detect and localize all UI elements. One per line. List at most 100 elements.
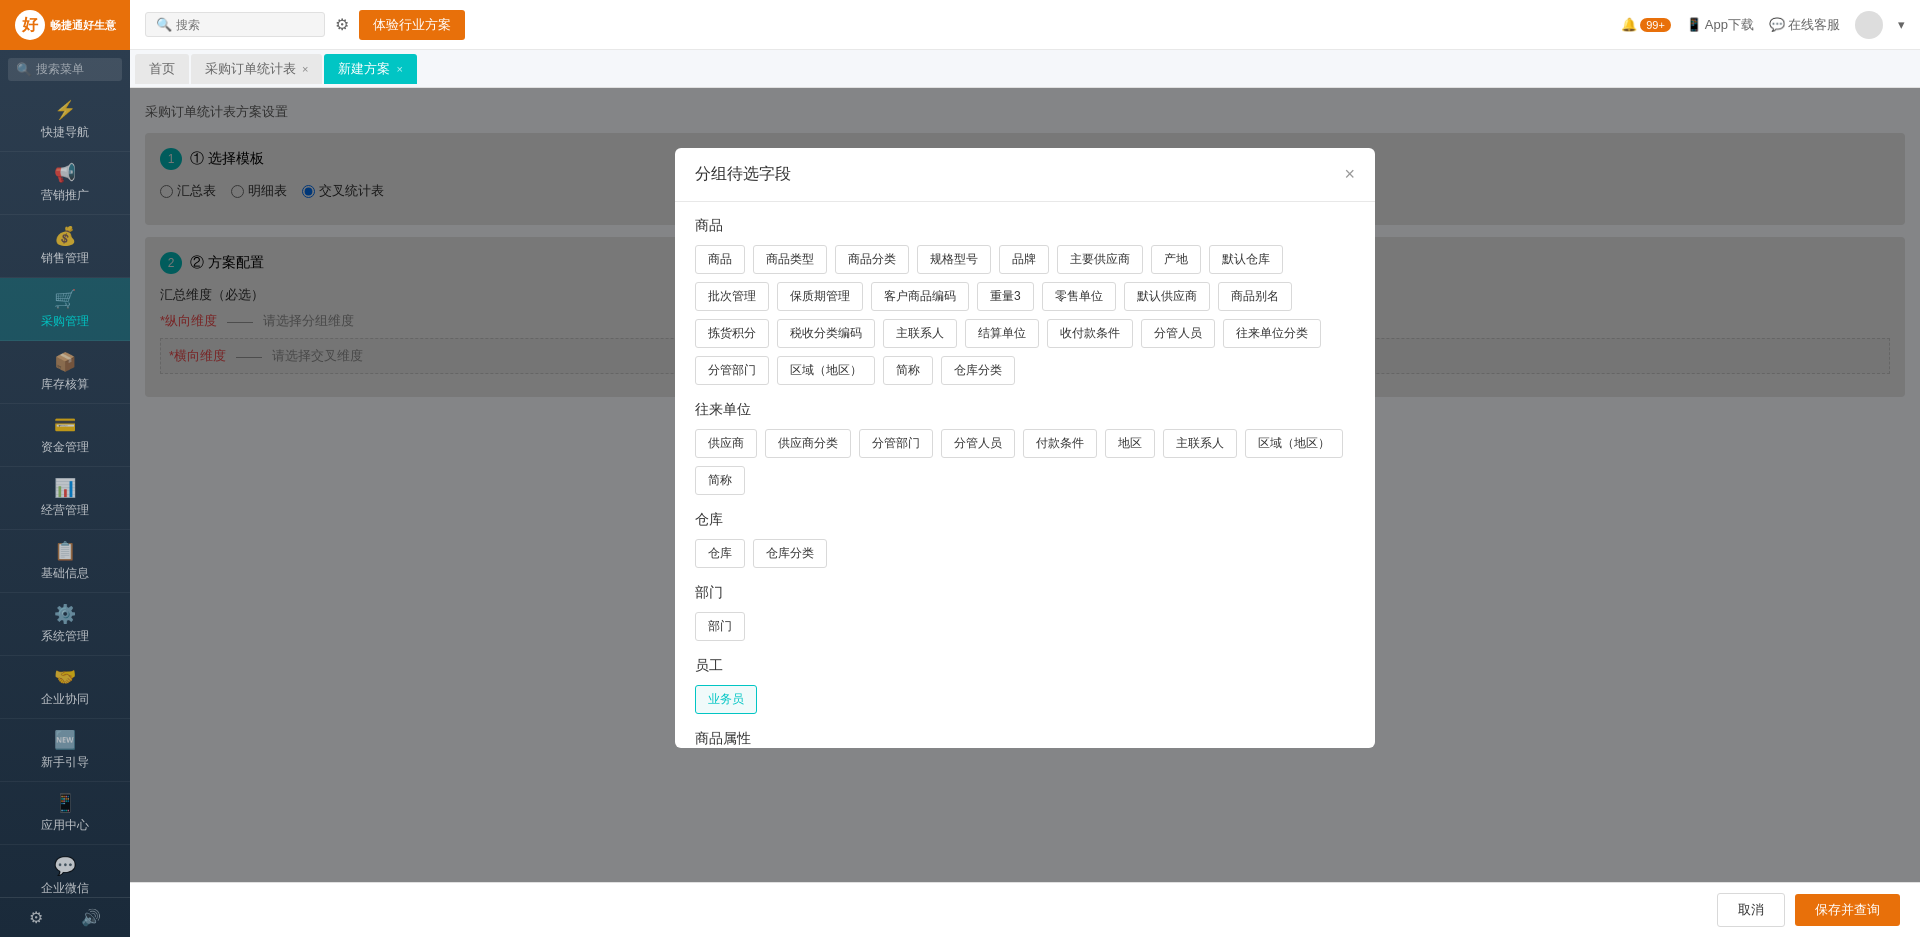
sidebar-item-label: 销售管理 <box>41 250 89 267</box>
guide-icon: 🆕 <box>54 729 76 751</box>
topbar-search[interactable]: 🔍 <box>145 12 325 37</box>
field-tag-expiry-mgmt[interactable]: 保质期管理 <box>777 282 863 311</box>
field-tag-abbr[interactable]: 简称 <box>695 466 745 495</box>
field-tag-warehouse-cat[interactable]: 仓库分类 <box>753 539 827 568</box>
field-tag-manager[interactable]: 分管人员 <box>1141 319 1215 348</box>
sidebar-search-area: 🔍 搜索菜单 <box>0 50 130 89</box>
tab-home[interactable]: 首页 <box>135 54 189 84</box>
field-tags-counterparty: 供应商供应商分类分管部门分管人员付款条件地区主联系人区域（地区） 简称 <box>695 429 1355 495</box>
sidebar-item-marketing[interactable]: 📢 营销推广 <box>0 152 130 215</box>
sidebar-item-guide[interactable]: 🆕 新手引导 <box>0 719 130 782</box>
field-tag-dept-charge[interactable]: 分管部门 <box>695 356 769 385</box>
field-tag-product-alias[interactable]: 商品别名 <box>1218 282 1292 311</box>
field-tag-supplier[interactable]: 供应商 <box>695 429 757 458</box>
section-title-product-attr: 商品属性 <box>695 730 1355 748</box>
modal-title: 分组待选字段 <box>695 164 791 185</box>
sidebar-item-inventory[interactable]: 📦 库存核算 <box>0 341 130 404</box>
field-tag-tax-code[interactable]: 税收分类编码 <box>777 319 875 348</box>
field-tag-dept-field[interactable]: 部门 <box>695 612 745 641</box>
field-section-department: 部门部门 <box>695 584 1355 641</box>
sidebar-item-system[interactable]: ⚙️ 系统管理 <box>0 593 130 656</box>
search-icon: 🔍 <box>156 17 172 32</box>
service-icon: 💬 <box>1769 17 1785 32</box>
field-tag-main-supplier[interactable]: 主要供应商 <box>1057 245 1143 274</box>
field-tag-settle-unit[interactable]: 结算单位 <box>965 319 1039 348</box>
field-tag-contact-person[interactable]: 主联系人 <box>883 319 957 348</box>
sidebar-search-label: 搜索菜单 <box>36 61 84 78</box>
avatar[interactable] <box>1855 11 1883 39</box>
field-section-employee: 员工业务员 <box>695 657 1355 714</box>
app-download-area[interactable]: 📱 App下载 <box>1686 16 1754 34</box>
tabbar: 首页 采购订单统计表 × 新建方案 × <box>130 50 1920 88</box>
field-tag-product[interactable]: 商品 <box>695 245 745 274</box>
field-tag-spec-type[interactable]: 规格型号 <box>917 245 991 274</box>
field-tag-origin[interactable]: 产地 <box>1151 245 1201 274</box>
field-tag-region-area[interactable]: 区域（地区） <box>777 356 875 385</box>
online-service-area[interactable]: 💬 在线客服 <box>1769 16 1840 34</box>
sidebar-item-finance[interactable]: 💳 资金管理 <box>0 404 130 467</box>
tab-new-plan[interactable]: 新建方案 × <box>324 54 416 84</box>
section-title-department: 部门 <box>695 584 1355 602</box>
tab-purchase-stats-close[interactable]: × <box>302 63 308 75</box>
field-tag-dept-person[interactable]: 分管人员 <box>941 429 1015 458</box>
volume-icon[interactable]: 🔊 <box>81 908 101 927</box>
sidebar-item-label: 经营管理 <box>41 502 89 519</box>
field-tag-source-unit-category[interactable]: 往来单位分类 <box>1223 319 1321 348</box>
sidebar-item-label: 基础信息 <box>41 565 89 582</box>
bottom-bar: 取消 保存并查询 <box>130 882 1920 937</box>
field-tag-default-supplier[interactable]: 默认供应商 <box>1124 282 1210 311</box>
field-tag-warehouse-category[interactable]: 仓库分类 <box>941 356 1015 385</box>
field-tag-payment-terms[interactable]: 收付款条件 <box>1047 319 1133 348</box>
modal-header: 分组待选字段 × <box>675 148 1375 202</box>
sidebar-item-basic-info[interactable]: 📋 基础信息 <box>0 530 130 593</box>
field-tag-weight3[interactable]: 重量3 <box>977 282 1034 311</box>
section-title-counterparty: 往来单位 <box>695 401 1355 419</box>
topbar: 🔍 ⚙ 体验行业方案 🔔 99+ 📱 App下载 💬 在线客服 <box>130 0 1920 50</box>
sidebar-item-label: 新手引导 <box>41 754 89 771</box>
field-tag-area-region[interactable]: 区域（地区） <box>1245 429 1343 458</box>
sidebar-item-quick-nav[interactable]: ⚡ 快捷导航 <box>0 89 130 152</box>
sidebar-item-label: 系统管理 <box>41 628 89 645</box>
field-tag-default-warehouse[interactable]: 默认仓库 <box>1209 245 1283 274</box>
sidebar-item-sales[interactable]: 💰 销售管理 <box>0 215 130 278</box>
search-input[interactable] <box>176 18 296 32</box>
settings-gear-icon[interactable]: ⚙ <box>335 15 349 34</box>
save-query-button[interactable]: 保存并查询 <box>1795 894 1900 926</box>
sidebar-item-app-center[interactable]: 📱 应用中心 <box>0 782 130 845</box>
notification-badge: 99+ <box>1640 18 1671 32</box>
tab-purchase-stats[interactable]: 采购订单统计表 × <box>191 54 322 84</box>
field-tag-payment-condition[interactable]: 付款条件 <box>1023 429 1097 458</box>
modal-body: 商品商品商品类型商品分类规格型号品牌主要供应商产地默认仓库批次管理保质期管理客户… <box>675 202 1375 748</box>
field-tag-pick-score[interactable]: 拣货积分 <box>695 319 769 348</box>
field-section-product: 商品商品商品类型商品分类规格型号品牌主要供应商产地默认仓库批次管理保质期管理客户… <box>695 217 1355 385</box>
purchase-icon: 🛒 <box>54 288 76 310</box>
field-tag-product-type[interactable]: 商品类型 <box>753 245 827 274</box>
sidebar-item-label: 快捷导航 <box>41 124 89 141</box>
tab-new-plan-close[interactable]: × <box>396 63 402 75</box>
settings-icon[interactable]: ⚙ <box>29 908 43 927</box>
collab-icon: 🤝 <box>54 666 76 688</box>
field-tag-brand[interactable]: 品牌 <box>999 245 1049 274</box>
modal-close-btn[interactable]: × <box>1344 164 1355 185</box>
sidebar-item-wechat[interactable]: 💬 企业微信 <box>0 845 130 897</box>
field-tag-customer-code[interactable]: 客户商品编码 <box>871 282 969 311</box>
field-tag-dept[interactable]: 分管部门 <box>859 429 933 458</box>
experience-btn[interactable]: 体验行业方案 <box>359 10 465 40</box>
field-tag-salesperson[interactable]: 业务员 <box>695 685 757 714</box>
cancel-button[interactable]: 取消 <box>1717 893 1785 927</box>
notification-area[interactable]: 🔔 99+ <box>1621 17 1671 32</box>
field-tag-short-name[interactable]: 简称 <box>883 356 933 385</box>
finance-icon: 💳 <box>54 414 76 436</box>
field-tag-product-category[interactable]: 商品分类 <box>835 245 909 274</box>
field-tag-retail-unit[interactable]: 零售单位 <box>1042 282 1116 311</box>
field-tag-area[interactable]: 地区 <box>1105 429 1155 458</box>
field-tag-supplier-category[interactable]: 供应商分类 <box>765 429 851 458</box>
sidebar-item-collab[interactable]: 🤝 企业协同 <box>0 656 130 719</box>
field-tag-batch-mgmt[interactable]: 批次管理 <box>695 282 769 311</box>
sidebar-item-purchase[interactable]: 🛒 采购管理 <box>0 278 130 341</box>
main-area: 🔍 ⚙ 体验行业方案 🔔 99+ 📱 App下载 💬 在线客服 <box>130 0 1920 937</box>
field-tag-main-contact[interactable]: 主联系人 <box>1163 429 1237 458</box>
field-tag-warehouse[interactable]: 仓库 <box>695 539 745 568</box>
online-service-label: 在线客服 <box>1788 16 1840 34</box>
sidebar-item-operations[interactable]: 📊 经营管理 <box>0 467 130 530</box>
